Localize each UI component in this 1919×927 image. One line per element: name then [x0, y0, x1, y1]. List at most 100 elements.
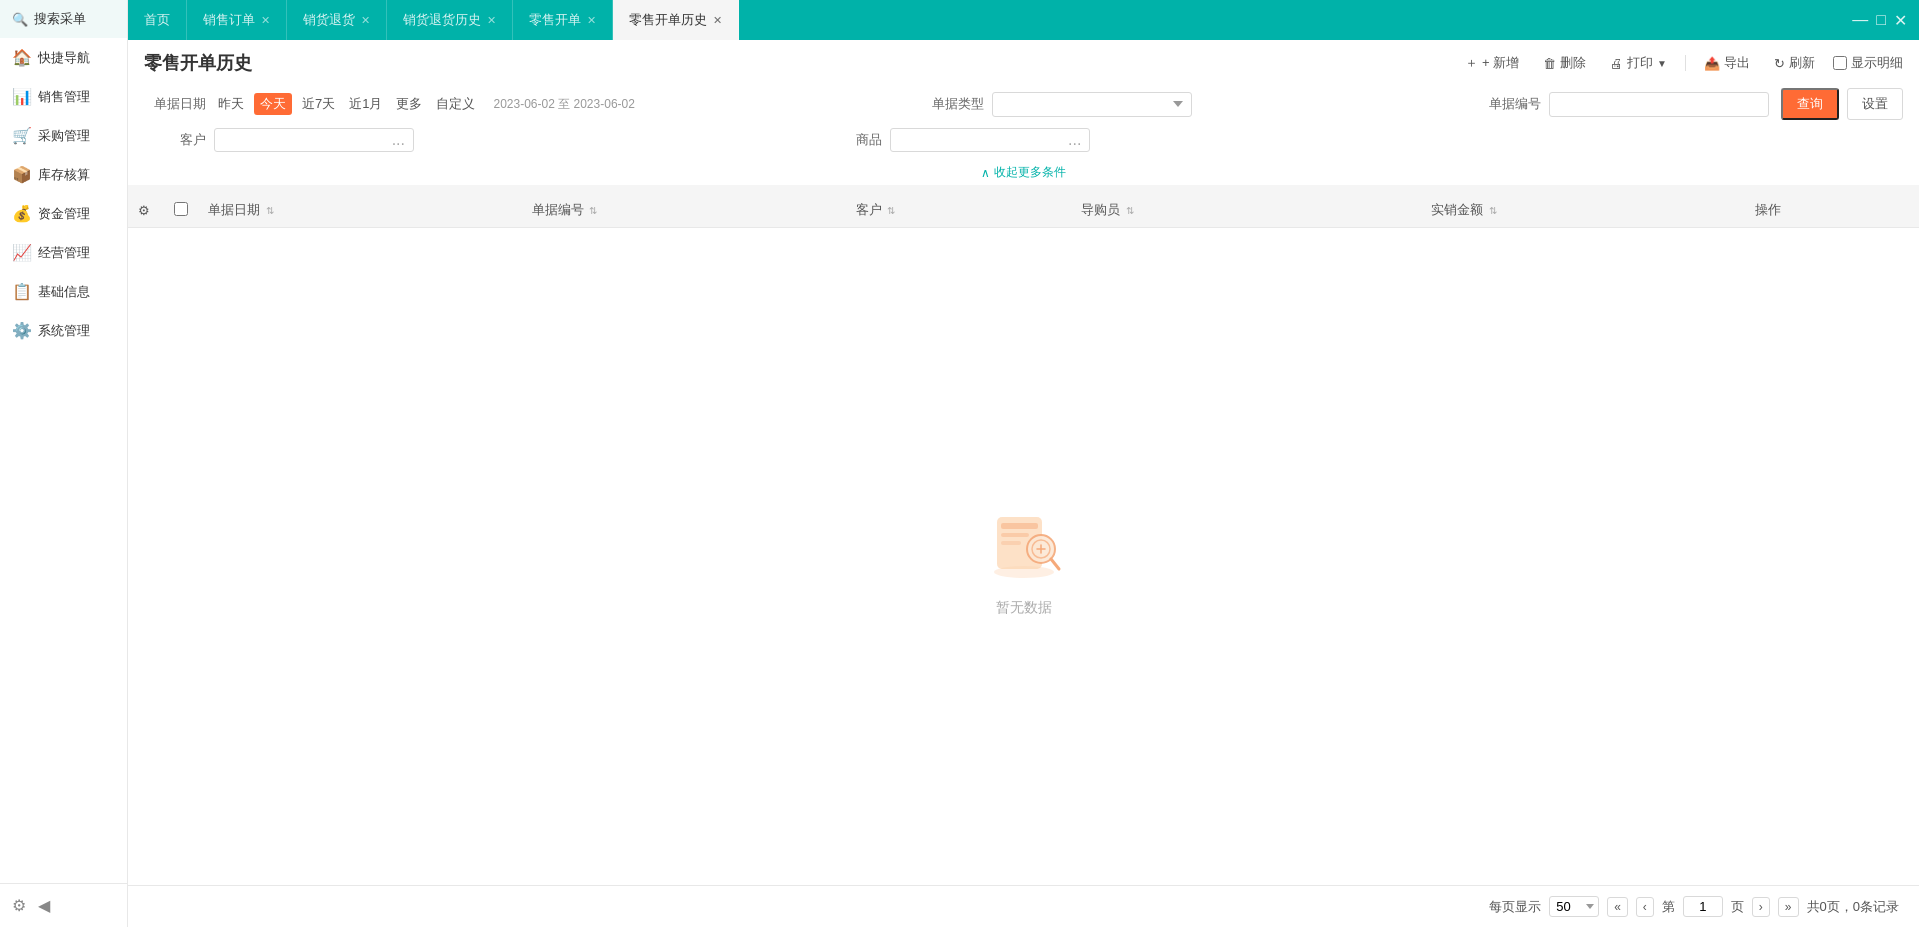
th-amount[interactable]: 实销金额 ⇅	[1421, 193, 1745, 228]
tab-retail-open-history[interactable]: 零售开单历史 ✕	[613, 0, 739, 40]
tab-sales-return-history[interactable]: 销货退货历史 ✕	[387, 0, 513, 40]
date-option-7days[interactable]: 近7天	[298, 93, 339, 115]
show-detail-checkbox[interactable]	[1833, 56, 1847, 70]
customer-dots-btn[interactable]: ...	[388, 131, 409, 149]
tab-retail-open-history-label: 零售开单历史	[629, 11, 707, 29]
goods-filter-input[interactable]	[895, 133, 1064, 148]
sidebar-item-label: 库存核算	[38, 166, 90, 184]
date-options: 昨天 今天 近7天 近1月 更多 自定义 2023-06-02 至 2023-0…	[214, 93, 635, 115]
goods-filter-wrap[interactable]: ...	[890, 128, 1090, 152]
sidebar-search[interactable]: 🔍 搜索采单	[0, 0, 127, 38]
print-label: 打印	[1627, 54, 1653, 72]
sidebar-item-operations[interactable]: 📈 经营管理	[0, 233, 127, 272]
collapse-row[interactable]: ∧ 收起更多条件	[144, 160, 1903, 185]
empty-text: 暂无数据	[996, 599, 1052, 617]
sidebar-item-finance[interactable]: 💰 资金管理	[0, 194, 127, 233]
th-salesperson-label: 导购员	[1081, 202, 1120, 217]
delete-button[interactable]: 🗑 删除	[1537, 50, 1592, 76]
date-option-more[interactable]: 更多	[392, 93, 426, 115]
minimize-btn[interactable]: —	[1852, 11, 1868, 29]
first-page-btn[interactable]: «	[1607, 897, 1628, 917]
export-icon: 📤	[1704, 56, 1720, 71]
page-unit: 页	[1731, 898, 1744, 916]
sidebar-item-quick-nav[interactable]: 🏠 快捷导航	[0, 38, 127, 77]
th-gear[interactable]: ⚙	[128, 193, 164, 228]
page-size-select[interactable]: 20 50 100 200	[1549, 896, 1599, 917]
sort-customer-icon: ⇅	[887, 205, 895, 216]
tab-home[interactable]: 首页	[128, 0, 187, 40]
collapse-sidebar-icon[interactable]: ◀	[38, 896, 50, 915]
tab-sales-return-history-close[interactable]: ✕	[487, 14, 496, 27]
tab-sales-order[interactable]: 销售订单 ✕	[187, 0, 287, 40]
th-date[interactable]: 单据日期 ⇅	[198, 193, 522, 228]
svg-rect-3	[1001, 533, 1029, 537]
th-salesperson[interactable]: 导购员 ⇅	[1071, 193, 1346, 228]
print-button[interactable]: 🖨 打印 ▼	[1604, 50, 1673, 76]
collapse-label: 收起更多条件	[994, 164, 1066, 181]
date-option-yesterday[interactable]: 昨天	[214, 93, 248, 115]
date-option-1month[interactable]: 近1月	[345, 93, 386, 115]
tab-sales-return-close[interactable]: ✕	[361, 14, 370, 27]
add-button[interactable]: ＋ + 新增	[1459, 50, 1525, 76]
tabbar: 首页 销售订单 ✕ 销货退货 ✕ 销货退货历史 ✕ 零售开单 ✕ 零售开单历史 …	[128, 0, 1919, 40]
settings-bottom-icon[interactable]: ⚙	[12, 896, 26, 915]
home-icon: 🏠	[12, 48, 32, 67]
tab-sales-order-close[interactable]: ✕	[261, 14, 270, 27]
inventory-icon: 📦	[12, 165, 32, 184]
toolbar: ＋ + 新增 🗑 删除 🖨 打印 ▼ 📤 导出	[1459, 50, 1903, 76]
print-icon: 🖨	[1610, 56, 1623, 71]
sidebar-bottom: ⚙ ◀	[0, 883, 127, 927]
tab-sales-return-history-label: 销货退货历史	[403, 11, 481, 29]
query-button[interactable]: 查询	[1781, 88, 1839, 120]
th-order-no[interactable]: 单据编号 ⇅	[522, 193, 846, 228]
th-date-label: 单据日期	[208, 202, 260, 217]
table-header-row: ⚙ 单据日期 ⇅ 单据编号 ⇅	[128, 193, 1919, 228]
sidebar-item-label: 资金管理	[38, 205, 90, 223]
window-controls: — □ ✕	[1852, 11, 1919, 30]
th-action-label: 操作	[1755, 202, 1781, 217]
date-range-text: 2023-06-02 至 2023-06-02	[493, 96, 634, 113]
last-page-btn[interactable]: »	[1778, 897, 1799, 917]
export-button[interactable]: 📤 导出	[1698, 50, 1756, 76]
tab-sales-return[interactable]: 销货退货 ✕	[287, 0, 387, 40]
settings-button[interactable]: 设置	[1847, 88, 1903, 120]
sidebar-search-label: 搜索采单	[34, 10, 86, 28]
date-option-custom[interactable]: 自定义	[432, 93, 479, 115]
tab-retail-open[interactable]: 零售开单 ✕	[513, 0, 613, 40]
table-empty-state: 暂无数据	[128, 228, 1919, 885]
gear-icon[interactable]: ⚙	[138, 203, 150, 218]
order-no-filter-input[interactable]	[1549, 92, 1769, 117]
sidebar-item-purchase-mgmt[interactable]: 🛒 采购管理	[0, 116, 127, 155]
sidebar-item-label: 采购管理	[38, 127, 90, 145]
goods-dots-btn[interactable]: ...	[1064, 131, 1085, 149]
sidebar-item-sales-mgmt[interactable]: 📊 销售管理	[0, 77, 127, 116]
prev-page-btn[interactable]: ‹	[1636, 897, 1654, 917]
refresh-button[interactable]: ↻ 刷新	[1768, 50, 1821, 76]
maximize-btn[interactable]: □	[1876, 11, 1886, 29]
select-all-checkbox[interactable]	[174, 202, 188, 216]
svg-rect-2	[1001, 523, 1038, 529]
close-btn[interactable]: ✕	[1894, 11, 1907, 30]
customer-filter-input[interactable]	[219, 133, 388, 148]
search-icon: 🔍	[12, 12, 28, 27]
sidebar-item-sys-mgmt[interactable]: ⚙️ 系统管理	[0, 311, 127, 350]
date-filter-label: 单据日期	[144, 95, 214, 113]
next-page-btn[interactable]: ›	[1752, 897, 1770, 917]
tab-retail-open-label: 零售开单	[529, 11, 581, 29]
type-filter-select[interactable]	[992, 92, 1192, 117]
sidebar-item-base-info[interactable]: 📋 基础信息	[0, 272, 127, 311]
order-no-filter-label: 单据编号	[1479, 95, 1549, 113]
tab-retail-open-history-close[interactable]: ✕	[713, 14, 722, 27]
type-filter-label: 单据类型	[922, 95, 992, 113]
th-customer[interactable]: 客户 ⇅	[846, 193, 1071, 228]
sidebar-item-inventory[interactable]: 📦 库存核算	[0, 155, 127, 194]
main-area: 首页 销售订单 ✕ 销货退货 ✕ 销货退货历史 ✕ 零售开单 ✕ 零售开单历史 …	[128, 0, 1919, 927]
page-input[interactable]: 1	[1683, 896, 1723, 917]
sort-salesperson-icon: ⇅	[1126, 205, 1134, 216]
th-checkbox[interactable]	[164, 193, 198, 228]
base-info-icon: 📋	[12, 282, 32, 301]
date-option-today[interactable]: 今天	[254, 93, 292, 115]
tab-retail-open-close[interactable]: ✕	[587, 14, 596, 27]
customer-filter-wrap[interactable]: ...	[214, 128, 414, 152]
filter-section: 零售开单历史 ＋ + 新增 🗑 删除 🖨 打印 ▼	[128, 40, 1919, 185]
